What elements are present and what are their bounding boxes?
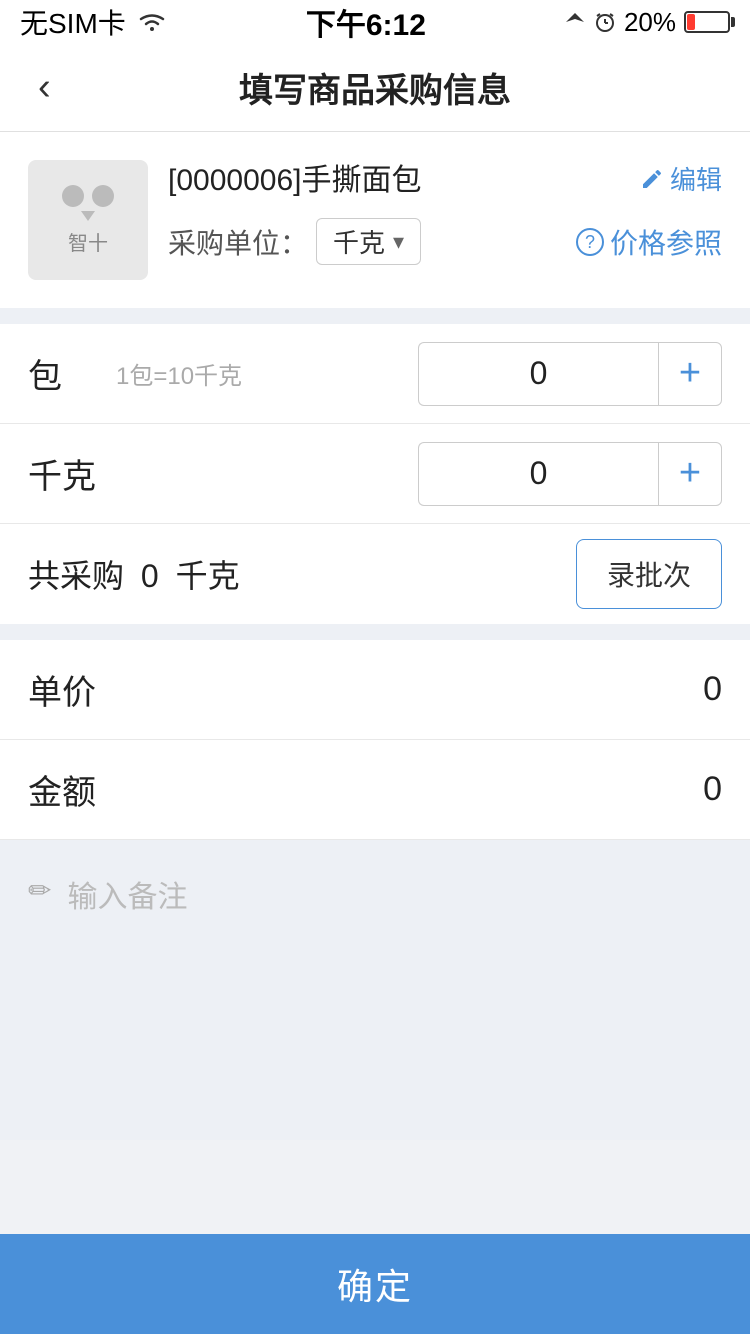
edit-label: 编辑 (670, 160, 722, 197)
nav-bar: ‹ 填写商品采购信息 (0, 44, 750, 132)
edit-icon (640, 167, 664, 191)
svg-text:?: ? (585, 232, 595, 252)
pencil-icon: ✏ (28, 874, 51, 907)
confirm-button[interactable]: 确定 (0, 1234, 750, 1334)
amount-row: 金额 0 (0, 740, 750, 840)
location-icon (564, 11, 586, 33)
product-card: 智十 [0000006]手撕面包 采购单位： 千克 ▾ ? (0, 132, 750, 308)
bao-plus-button[interactable]: + (658, 342, 722, 406)
battery-icon (684, 11, 730, 33)
unit-select[interactable]: 千克 ▾ (316, 218, 421, 265)
unit-value: 千克 (333, 223, 385, 260)
summary-unit: 千克 (176, 558, 240, 594)
summary-text-label: 共采购 (28, 558, 124, 594)
unit-label: 采购单位： (168, 222, 308, 262)
unit-chevron-icon: ▾ (393, 229, 404, 255)
note-placeholder: 输入备注 (67, 872, 187, 916)
help-icon: ? (576, 228, 604, 256)
status-bar-left: 无SIM卡 (20, 2, 168, 42)
summary-row: 共采购 0 千克 录批次 (0, 524, 750, 624)
bao-input-controls: + (418, 342, 722, 406)
bao-sublabel: 1包=10千克 (116, 356, 242, 391)
section-divider-1 (0, 308, 750, 324)
bao-input[interactable] (418, 342, 658, 406)
amount-value: 0 (703, 770, 722, 809)
kg-plus-button[interactable]: + (658, 442, 722, 506)
bao-input-row: 包 1包=10千克 + (0, 324, 750, 424)
unit-price-row: 单价 0 (0, 640, 750, 740)
summary-text: 共采购 0 千克 (28, 551, 240, 597)
price-ref-label: 价格参照 (610, 222, 722, 262)
unit-price-value: 0 (703, 670, 722, 709)
edit-button[interactable]: 编辑 (640, 160, 722, 197)
product-image: 智十 (28, 160, 148, 280)
kg-input-row: 千克 + (0, 424, 750, 524)
kg-label: 千克 (28, 449, 108, 498)
status-bar-right: 20% (564, 7, 730, 38)
note-area[interactable]: ✏ 输入备注 (0, 840, 750, 1140)
status-bar: 无SIM卡 下午6:12 20% (0, 0, 750, 44)
wifi-icon (136, 11, 168, 33)
section-divider-2 (0, 624, 750, 640)
amount-label: 金额 (28, 765, 96, 814)
kg-input[interactable] (418, 442, 658, 506)
status-bar-time: 下午6:12 (306, 0, 426, 44)
bao-label: 包 (28, 349, 108, 398)
page-title: 填写商品采购信息 (239, 63, 511, 112)
alarm-icon (594, 11, 616, 33)
summary-amount: 0 (141, 558, 159, 594)
carrier-label: 无SIM卡 (20, 2, 126, 42)
product-info: [0000006]手撕面包 采购单位： 千克 ▾ ? 价格参照 (168, 160, 722, 265)
price-ref-button[interactable]: ? 价格参照 (576, 222, 722, 262)
back-button[interactable]: ‹ (28, 56, 61, 119)
battery-percent: 20% (624, 7, 676, 38)
unit-price-label: 单价 (28, 665, 96, 714)
record-batch-button[interactable]: 录批次 (576, 539, 722, 609)
kg-input-controls: + (418, 442, 722, 506)
owl-label: 智十 (68, 227, 108, 256)
product-meta: 采购单位： 千克 ▾ ? 价格参照 (168, 218, 722, 265)
product-full-name: [0000006]手撕面包 (168, 160, 722, 202)
